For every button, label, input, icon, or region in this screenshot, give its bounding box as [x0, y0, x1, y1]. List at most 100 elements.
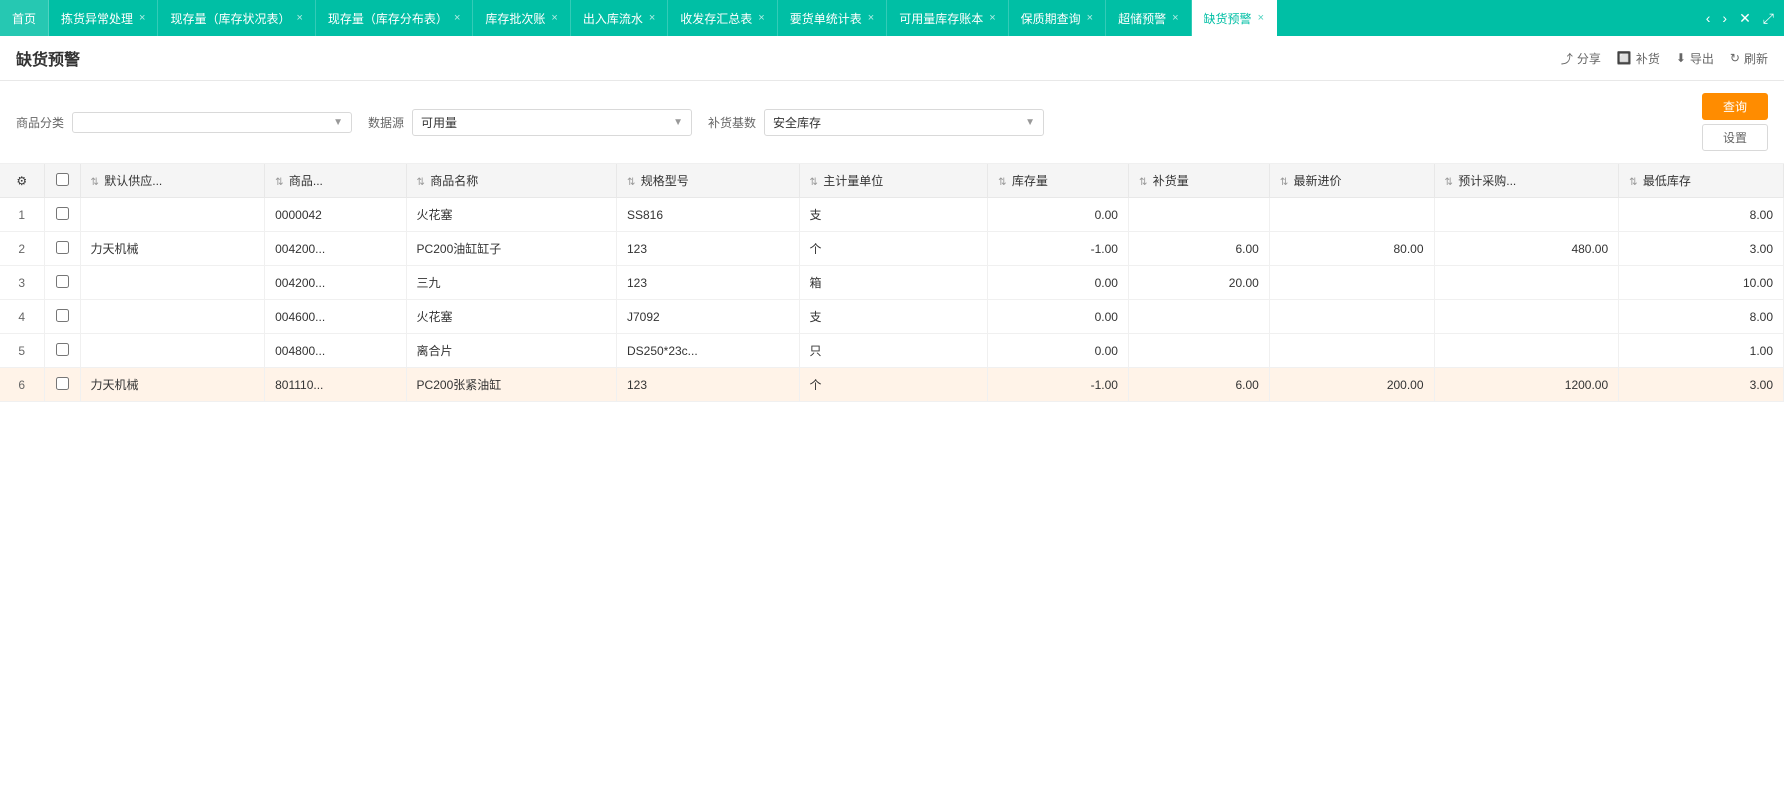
nav-tab-label: 要货单统计表	[790, 10, 862, 27]
row-checkbox-cell[interactable]	[44, 368, 80, 402]
header-actions: ⤴ 分享 🔲 补货 ⬇ 导出 ↻ 刷新	[1561, 50, 1768, 67]
query-button[interactable]: 查询	[1702, 93, 1768, 120]
latest-price-cell	[1269, 334, 1434, 368]
top-navigation: 首页拣货异常处理×现存量（库存状况表）×现存量（库存分布表）×库存批次账×出入库…	[0, 0, 1784, 36]
nav-tab-label: 超储预警	[1118, 10, 1166, 27]
nav-tab-4[interactable]: 库存批次账×	[473, 0, 570, 36]
latest-price-cell	[1269, 198, 1434, 232]
min-stock-column-header[interactable]: ⇅ 最低库存	[1619, 164, 1784, 198]
nav-tab-9[interactable]: 保质期查询×	[1009, 0, 1106, 36]
nav-tab-11[interactable]: 缺货预警 ×	[1192, 0, 1277, 36]
sort-icon: ⇅	[627, 177, 635, 188]
supplier-cell	[80, 300, 265, 334]
nav-tab-label: 收发存汇总表	[680, 10, 752, 27]
stock-cell: -1.00	[988, 368, 1129, 402]
nav-tab-close-btn[interactable]: ×	[868, 12, 874, 24]
row-checkbox-cell[interactable]	[44, 266, 80, 300]
nav-prev-button[interactable]: ‹	[1700, 10, 1717, 26]
est-purchase-column-header[interactable]: ⇅ 预计采购...	[1434, 164, 1619, 198]
row-checkbox-cell[interactable]	[44, 232, 80, 266]
checkbox-column-header[interactable]	[44, 164, 80, 198]
nav-tab-3[interactable]: 现存量（库存分布表）×	[316, 0, 473, 36]
code-column-header[interactable]: ⇅ 商品...	[265, 164, 406, 198]
settings-button[interactable]: 设置	[1702, 124, 1768, 151]
row-number: 1	[18, 208, 25, 222]
table-row: 3 004200... 三九 123 箱 0.00 20.00 10.00	[0, 266, 1784, 300]
supplier-cell	[80, 266, 265, 300]
nav-tab-10[interactable]: 超储预警 ×	[1106, 0, 1191, 36]
nav-next-button[interactable]: ›	[1716, 10, 1733, 26]
nav-tab-label: 缺货预警	[1204, 10, 1252, 27]
nav-tab-close-btn[interactable]: ×	[139, 12, 145, 24]
category-select[interactable]: ▼	[72, 112, 352, 133]
nav-tab-5[interactable]: 出入库流水×	[571, 0, 668, 36]
supplier-cell: 力天机械	[80, 232, 265, 266]
latest-price-cell	[1269, 300, 1434, 334]
stock-column-header[interactable]: ⇅ 库存量	[988, 164, 1129, 198]
supplier-column-header[interactable]: ⇅ 默认供应...	[80, 164, 265, 198]
row-checkbox-cell[interactable]	[44, 334, 80, 368]
nav-tab-close-btn[interactable]: ×	[1087, 12, 1093, 24]
nav-expand-button[interactable]: ⤢	[1757, 10, 1780, 27]
nav-tab-8[interactable]: 可用量库存账本×	[887, 0, 1008, 36]
row-num-cell: 3	[0, 266, 44, 300]
replenish-button[interactable]: 🔲 补货	[1617, 50, 1660, 67]
nav-tab-close-btn[interactable]: ×	[1172, 12, 1178, 24]
row-checkbox[interactable]	[56, 241, 69, 254]
supplier-cell	[80, 198, 265, 232]
code-cell: 801110...	[265, 368, 406, 402]
name-cell: PC200张紧油缸	[406, 368, 616, 402]
nav-tab-close-btn[interactable]: ×	[758, 12, 764, 24]
nav-tab-close-btn[interactable]: ×	[296, 12, 302, 24]
min-stock-cell: 8.00	[1619, 198, 1784, 232]
stock-cell: 0.00	[988, 334, 1129, 368]
nav-tab-label: 首页	[12, 10, 36, 27]
datasource-label: 数据源	[368, 114, 404, 131]
replenish-base-select[interactable]: 安全库存 ▼	[764, 109, 1044, 136]
unit-column-header[interactable]: ⇅ 主计量单位	[799, 164, 988, 198]
code-cell: 004200...	[265, 266, 406, 300]
share-button[interactable]: ⤴ 分享	[1561, 50, 1601, 67]
row-checkbox-cell[interactable]	[44, 300, 80, 334]
nav-tab-2[interactable]: 现存量（库存状况表）×	[158, 0, 315, 36]
nav-tab-6[interactable]: 收发存汇总表 ×	[668, 0, 777, 36]
nav-tab-0[interactable]: 首页	[0, 0, 49, 36]
nav-tab-1[interactable]: 拣货异常处理×	[49, 0, 158, 36]
nav-tab-7[interactable]: 要货单统计表 ×	[778, 0, 887, 36]
name-column-header[interactable]: ⇅ 商品名称	[406, 164, 616, 198]
nav-tab-close-btn[interactable]: ×	[454, 12, 460, 24]
spec-column-header[interactable]: ⇅ 规格型号	[616, 164, 799, 198]
replenish-cell: 6.00	[1128, 232, 1269, 266]
replenish-icon: 🔲	[1617, 51, 1632, 65]
gear-column-header[interactable]: ⚙	[0, 164, 44, 198]
est-purchase-cell	[1434, 198, 1619, 232]
nav-tab-close-btn[interactable]: ×	[1258, 12, 1264, 24]
export-button[interactable]: ⬇ 导出	[1676, 50, 1714, 67]
table-header-row: ⚙ ⇅ 默认供应... ⇅ 商品... ⇅ 商品名称	[0, 164, 1784, 198]
data-table: ⚙ ⇅ 默认供应... ⇅ 商品... ⇅ 商品名称	[0, 164, 1784, 402]
row-checkbox[interactable]	[56, 207, 69, 220]
row-number: 3	[18, 276, 25, 290]
min-stock-cell: 1.00	[1619, 334, 1784, 368]
nav-tab-close-btn[interactable]: ×	[551, 12, 557, 24]
supplier-cell	[80, 334, 265, 368]
code-cell: 004600...	[265, 300, 406, 334]
replenish-column-header[interactable]: ⇅ 补货量	[1128, 164, 1269, 198]
latest-price-column-header[interactable]: ⇅ 最新进价	[1269, 164, 1434, 198]
row-checkbox[interactable]	[56, 309, 69, 322]
est-purchase-cell: 1200.00	[1434, 368, 1619, 402]
nav-close-button[interactable]: ✕	[1733, 10, 1757, 27]
row-number: 5	[18, 344, 25, 358]
table-row: 5 004800... 离合片 DS250*23c... 只 0.00 1.00	[0, 334, 1784, 368]
nav-tab-close-btn[interactable]: ×	[989, 12, 995, 24]
datasource-select[interactable]: 可用量 ▼	[412, 109, 692, 136]
row-checkbox-cell[interactable]	[44, 198, 80, 232]
row-num-cell: 4	[0, 300, 44, 334]
select-all-checkbox[interactable]	[56, 173, 69, 186]
refresh-button[interactable]: ↻ 刷新	[1730, 50, 1768, 67]
nav-tab-close-btn[interactable]: ×	[649, 12, 655, 24]
row-checkbox[interactable]	[56, 343, 69, 356]
row-checkbox[interactable]	[56, 275, 69, 288]
row-checkbox[interactable]	[56, 377, 69, 390]
name-cell: 火花塞	[406, 300, 616, 334]
